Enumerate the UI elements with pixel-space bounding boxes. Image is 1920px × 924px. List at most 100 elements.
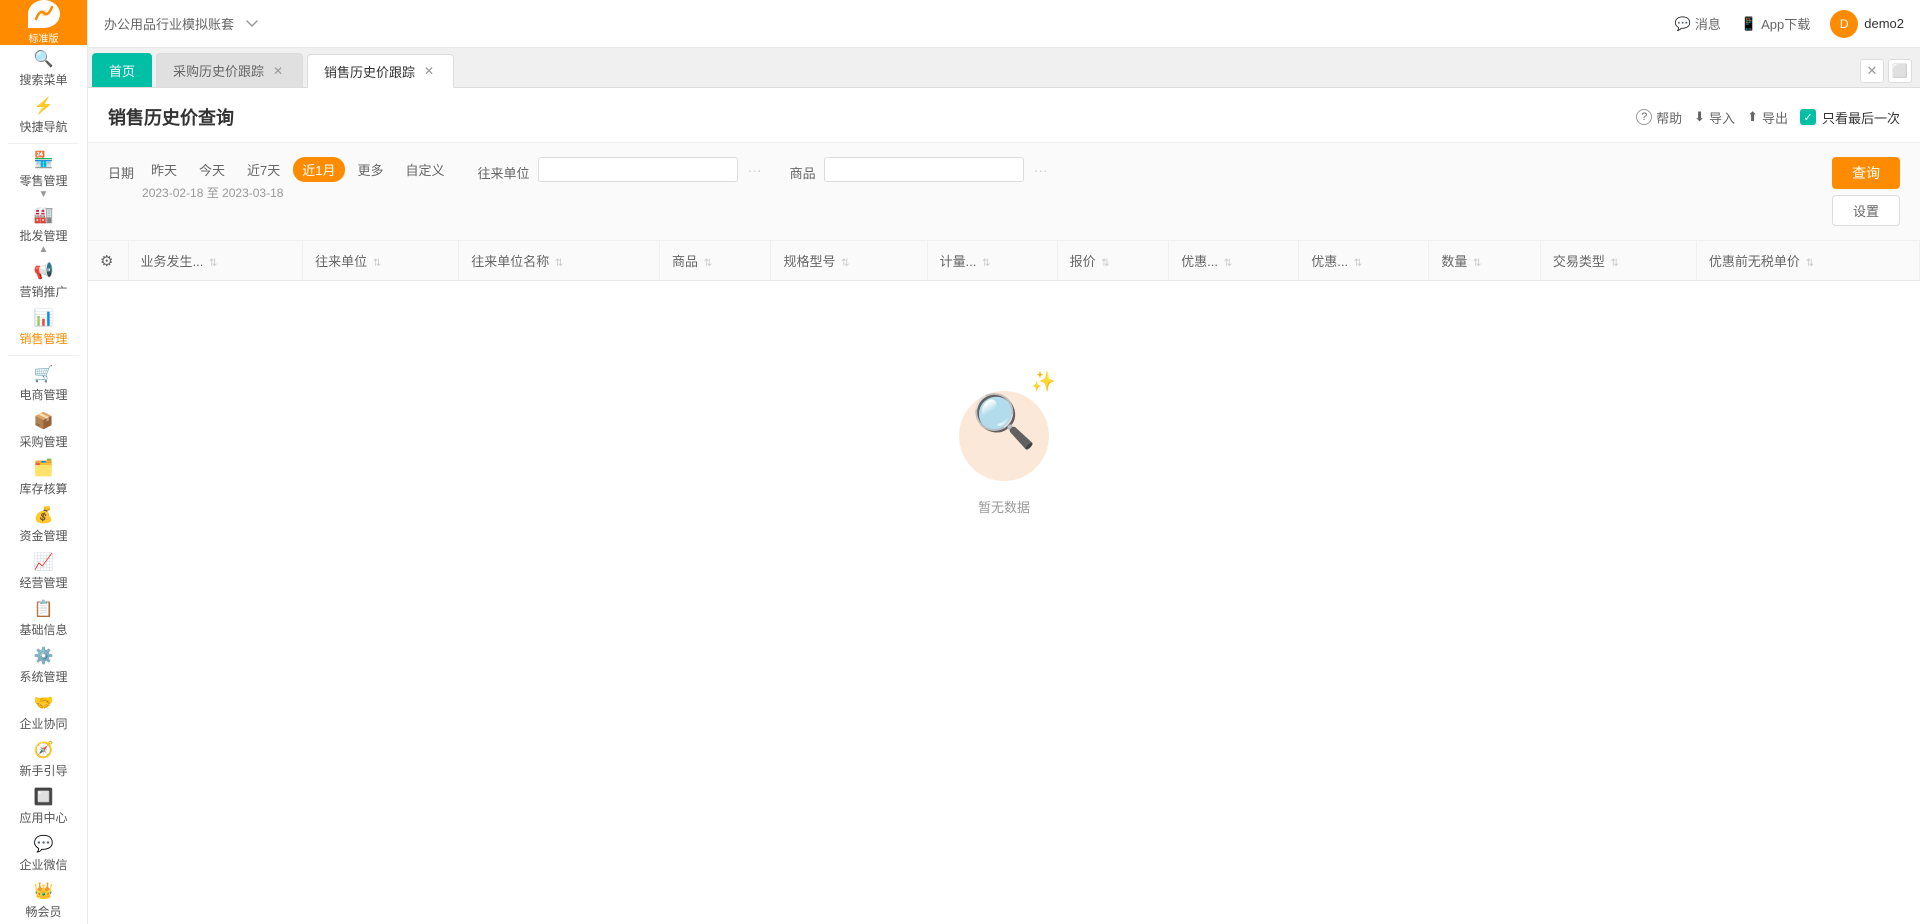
sidebar-item-label: 企业协同 [19, 715, 67, 732]
product-dots[interactable]: ··· [1030, 160, 1052, 180]
sidebar-item-basic-info[interactable]: 📋 基础信息 [0, 595, 87, 642]
user-avatar: D [1830, 10, 1858, 38]
chevron-up-icon: ▲ [39, 244, 49, 255]
sidebar-item-apps[interactable]: 🔲 应用中心 [0, 783, 87, 830]
th-unit[interactable]: 计量... ⇅ [927, 241, 1057, 281]
sidebar-item-label: 资金管理 [19, 527, 67, 544]
sort-icon-discount1: ⇅ [1224, 258, 1232, 269]
filter-settings-button[interactable]: 设置 [1832, 195, 1900, 226]
th-quoted-price[interactable]: 报价 ⇅ [1057, 241, 1169, 281]
app-download-action[interactable]: 📱 App下载 [1741, 14, 1810, 33]
sidebar-item-wechat[interactable]: 💬 企业微信 [0, 830, 87, 877]
sidebar-item-label: 系统管理 [19, 668, 67, 685]
sidebar-divider-2 [8, 355, 79, 356]
th-partner-code[interactable]: 往来单位 ⇅ [303, 241, 459, 281]
counterparty-label: 往来单位 [478, 157, 530, 182]
app-logo[interactable]: 标准版 [0, 0, 87, 45]
help-icon: ? [1636, 109, 1652, 125]
operations-icon: 📈 [34, 552, 54, 572]
tab-home[interactable]: 首页 [92, 53, 152, 87]
top-header-right: 💬 消息 📱 App下载 D demo2 [1675, 10, 1904, 38]
sort-icon-discount2: ⇅ [1354, 258, 1362, 269]
sidebar-item-ecommerce[interactable]: 🛒 电商管理 [0, 360, 87, 407]
sidebar-item-shortcuts[interactable]: ⚡ 快捷导航 [0, 92, 87, 139]
th-product[interactable]: 商品 ⇅ [659, 241, 771, 281]
sidebar-item-label: 零售管理 [19, 172, 67, 189]
query-button[interactable]: 查询 [1832, 157, 1900, 189]
th-discount2[interactable]: 优惠... ⇅ [1299, 241, 1429, 281]
date-btn-last1m[interactable]: 近1月 [293, 157, 344, 182]
message-action[interactable]: 💬 消息 [1675, 14, 1721, 33]
sidebar-item-operations[interactable]: 📈 经营管理 [0, 548, 87, 595]
th-pre-tax-price[interactable]: 优惠前无税单价 ⇅ [1696, 241, 1919, 281]
sidebar-item-enterprise[interactable]: 🤝 企业协同 [0, 689, 87, 736]
member-icon: 👑 [34, 881, 54, 901]
sidebar-item-guide[interactable]: 🧭 新手引导 [0, 736, 87, 783]
th-settings[interactable]: ⚙ [88, 241, 128, 281]
date-btn-more[interactable]: 更多 [349, 157, 393, 182]
sidebar-item-purchase[interactable]: 📦 采购管理 [0, 407, 87, 454]
system-icon: ⚙️ [34, 646, 54, 666]
th-biz-date[interactable]: 业务发生... ⇅ [128, 241, 303, 281]
th-trade-type[interactable]: 交易类型 ⇅ [1540, 241, 1696, 281]
table-settings-icon[interactable]: ⚙ [100, 253, 113, 270]
date-btn-last7[interactable]: 近7天 [238, 157, 289, 182]
product-filter-group: 商品 ··· [790, 157, 1052, 182]
sort-icon-unit: ⇅ [982, 258, 990, 269]
sidebar-item-sales[interactable]: 📊 销售管理 [0, 304, 87, 351]
user-info[interactable]: D demo2 [1830, 10, 1904, 38]
tab-sales-history-close[interactable]: ✕ [421, 63, 437, 79]
tab-maximize-button[interactable]: ⬜ [1888, 59, 1912, 83]
ecommerce-icon: 🛒 [34, 364, 54, 384]
th-spec[interactable]: 规格型号 ⇅ [771, 241, 927, 281]
tab-purchase-history[interactable]: 采购历史价跟踪 ✕ [156, 53, 303, 87]
date-label: 日期 [108, 157, 134, 182]
empty-text: 暂无数据 [978, 497, 1030, 516]
sidebar-item-label: 库存核算 [19, 480, 67, 497]
header-dropdown[interactable] [242, 20, 258, 28]
user-name: demo2 [1864, 16, 1904, 31]
sidebar-item-wholesale[interactable]: 🏭 批发管理 ▲ [0, 202, 87, 257]
th-discount1[interactable]: 优惠... ⇅ [1169, 241, 1299, 281]
sidebar-item-member[interactable]: 👑 畅会员 [0, 877, 87, 924]
only-last-checkbox-group[interactable]: 只看最后一次 [1800, 108, 1900, 127]
counterparty-input-group: ··· [538, 157, 766, 182]
tab-sales-history[interactable]: 销售历史价跟踪 ✕ [307, 54, 454, 88]
th-partner-name[interactable]: 往来单位名称 ⇅ [459, 241, 660, 281]
sort-icon-partner-name: ⇅ [555, 258, 563, 269]
sidebar-item-finance[interactable]: 💰 资金管理 [0, 501, 87, 548]
tabs-bar: 首页 采购历史价跟踪 ✕ 销售历史价跟踪 ✕ ✕ ⬜ [88, 48, 1920, 88]
export-icon: ⬆ [1747, 109, 1758, 125]
sidebar-item-label: 快捷导航 [19, 118, 67, 135]
sidebar-item-inventory[interactable]: 🗂️ 库存核算 [0, 454, 87, 501]
counterparty-dots[interactable]: ··· [744, 160, 766, 180]
counterparty-filter-group: 往来单位 ··· [478, 157, 766, 182]
date-btn-yesterday[interactable]: 昨天 [142, 157, 186, 182]
date-btn-custom[interactable]: 自定义 [397, 157, 454, 182]
only-last-checkbox[interactable] [1800, 109, 1816, 125]
sidebar-item-label: 搜索菜单 [19, 71, 67, 88]
sidebar-item-search[interactable]: 🔍 搜索菜单 [0, 45, 87, 92]
retail-icon: 🏪 [34, 150, 54, 170]
main-area: 办公用品行业模拟账套 💬 消息 📱 App下载 D demo2 首页 [88, 0, 1920, 924]
sidebar-item-label: 销售管理 [19, 330, 67, 347]
tab-purchase-history-close[interactable]: ✕ [270, 63, 286, 79]
sidebar-item-retail[interactable]: 🏪 零售管理 ▼ [0, 148, 87, 203]
export-button[interactable]: ⬆ 导出 [1747, 108, 1788, 127]
import-button[interactable]: ⬇ 导入 [1694, 108, 1735, 127]
help-button[interactable]: ? 帮助 [1636, 108, 1682, 127]
tab-purchase-history-label: 采购历史价跟踪 [173, 61, 264, 80]
date-filter-group: 日期 昨天 今天 近7天 近1月 更多 自定义 2023-02-18 至 202… [108, 157, 454, 201]
sidebar-item-system[interactable]: ⚙️ 系统管理 [0, 642, 87, 689]
th-quantity[interactable]: 数量 ⇅ [1429, 241, 1541, 281]
tab-close-all-button[interactable]: ✕ [1860, 59, 1884, 83]
date-btn-today[interactable]: 今天 [190, 157, 234, 182]
table-header: ⚙ 业务发生... ⇅ 往来单位 ⇅ 往来单位名称 ⇅ [88, 241, 1920, 281]
guide-icon: 🧭 [34, 740, 54, 760]
counterparty-input[interactable] [538, 157, 738, 182]
date-quick-btns: 昨天 今天 近7天 近1月 更多 自定义 [142, 157, 454, 182]
table-header-row: ⚙ 业务发生... ⇅ 往来单位 ⇅ 往来单位名称 ⇅ [88, 241, 1920, 281]
product-input[interactable] [824, 157, 1024, 182]
sales-icon: 📊 [34, 308, 54, 328]
sidebar-item-marketing[interactable]: 📢 营销推广 [0, 257, 87, 304]
